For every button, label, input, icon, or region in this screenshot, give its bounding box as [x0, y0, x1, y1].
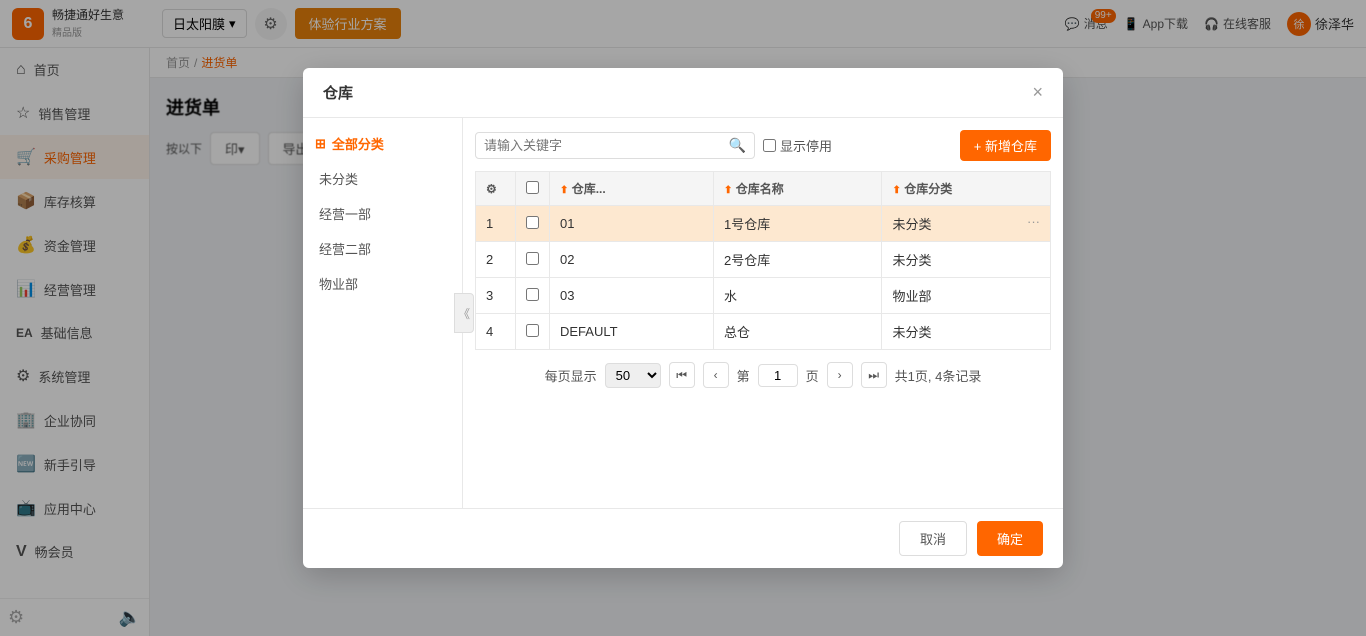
row-num: 3 [476, 278, 516, 314]
search-input[interactable] [484, 138, 729, 153]
cancel-button[interactable]: 取消 [899, 521, 967, 556]
row-code: 02 [550, 242, 714, 278]
th-category: ⬆ 仓库分类 [882, 172, 1051, 206]
page-summary: 共1页, 4条记录 [895, 366, 982, 385]
select-all-checkbox[interactable] [526, 181, 539, 194]
warehouse-modal: 仓库 × ⊞ 全部分类 未分类 经营一部 经营二部 物业部 《 [303, 68, 1063, 568]
per-page-select[interactable]: 50 20 100 [605, 363, 661, 388]
category-all-label: 全部分类 [332, 134, 384, 153]
warehouse-table: ⚙ ⬆ 仓库... ⬆ 仓库名称 ⬆ 仓库分类 1 01 1号仓库 [475, 171, 1051, 350]
page-prev-button[interactable]: ‹ [703, 362, 729, 388]
modal-footer: 取消 确定 [303, 508, 1063, 568]
row-category: 未分类 [882, 314, 1051, 350]
table-row[interactable]: 1 01 1号仓库 未分类 ··· [476, 206, 1051, 242]
row-checkbox[interactable] [526, 216, 539, 229]
row-category: 未分类 ··· [882, 206, 1051, 242]
row-code: 03 [550, 278, 714, 314]
row-name: 水 [713, 278, 882, 314]
category-item-dept2[interactable]: 经营二部 [303, 231, 462, 266]
row-name: 2号仓库 [713, 242, 882, 278]
page-number-input[interactable] [758, 364, 798, 387]
category-all[interactable]: ⊞ 全部分类 [303, 126, 462, 161]
row-checkbox[interactable] [526, 252, 539, 265]
row-num: 4 [476, 314, 516, 350]
row-cb[interactable] [516, 206, 550, 242]
row-code: 01 [550, 206, 714, 242]
grid-icon: ⊞ [315, 136, 326, 152]
page-unit-label: 页 [806, 366, 819, 385]
sort-icon-name: ⬆ [724, 185, 732, 196]
th-settings[interactable]: ⚙ [476, 172, 516, 206]
show-disabled-label: 显示停用 [780, 136, 832, 155]
th-name: ⬆ 仓库名称 [713, 172, 882, 206]
modal-header: 仓库 × [303, 68, 1063, 118]
row-checkbox[interactable] [526, 288, 539, 301]
modal-close-button[interactable]: × [1032, 82, 1043, 103]
category-item-property[interactable]: 物业部 [303, 266, 462, 301]
page-label: 第 [737, 366, 750, 385]
row-num: 2 [476, 242, 516, 278]
row-checkbox[interactable] [526, 324, 539, 337]
row-category: 物业部 [882, 278, 1051, 314]
row-cb[interactable] [516, 314, 550, 350]
sort-icon-category: ⬆ [892, 185, 900, 196]
row-num: 1 [476, 206, 516, 242]
pagination: 每页显示 50 20 100 ⏮ ‹ 第 页 › ⏭ 共1页, 4条记录 [475, 362, 1051, 388]
per-page-label: 每页显示 [545, 366, 597, 385]
table-toolbar: 🔍 显示停用 + 新增仓库 [475, 130, 1051, 161]
table-row[interactable]: 4 DEFAULT 总仓 未分类 [476, 314, 1051, 350]
row-code: DEFAULT [550, 314, 714, 350]
row-name: 总仓 [713, 314, 882, 350]
row-name: 1号仓库 [713, 206, 882, 242]
row-category: 未分类 [882, 242, 1051, 278]
confirm-button[interactable]: 确定 [977, 521, 1043, 556]
search-input-wrap[interactable]: 🔍 [475, 132, 755, 159]
category-item-unclassified[interactable]: 未分类 [303, 161, 462, 196]
row-cb[interactable] [516, 278, 550, 314]
row-actions[interactable]: ··· [1027, 214, 1040, 229]
category-panel: ⊞ 全部分类 未分类 经营一部 经营二部 物业部 《 [303, 118, 463, 508]
table-row[interactable]: 2 02 2号仓库 未分类 [476, 242, 1051, 278]
add-warehouse-button[interactable]: + 新增仓库 [960, 130, 1051, 161]
show-disabled-toggle[interactable]: 显示停用 [763, 136, 832, 155]
sort-icon-code: ⬆ [560, 185, 568, 196]
show-disabled-checkbox[interactable] [763, 139, 776, 152]
page-next-button[interactable]: › [827, 362, 853, 388]
th-code: ⬆ 仓库... [550, 172, 714, 206]
table-row[interactable]: 3 03 水 物业部 [476, 278, 1051, 314]
th-checkbox [516, 172, 550, 206]
search-icon[interactable]: 🔍 [729, 137, 746, 154]
page-first-button[interactable]: ⏮ [669, 362, 695, 388]
category-item-dept1[interactable]: 经营一部 [303, 196, 462, 231]
collapse-panel-button[interactable]: 《 [454, 293, 474, 333]
modal-body: ⊞ 全部分类 未分类 经营一部 经营二部 物业部 《 🔍 [303, 118, 1063, 508]
table-body: 1 01 1号仓库 未分类 ··· 2 02 2号仓库 未分类 [476, 206, 1051, 350]
modal-overlay[interactable]: 仓库 × ⊞ 全部分类 未分类 经营一部 经营二部 物业部 《 [0, 0, 1366, 636]
page-last-button[interactable]: ⏭ [861, 362, 887, 388]
table-header-row: ⚙ ⬆ 仓库... ⬆ 仓库名称 ⬆ 仓库分类 [476, 172, 1051, 206]
row-cb[interactable] [516, 242, 550, 278]
table-panel: 🔍 显示停用 + 新增仓库 ⚙ ⬆ 仓库... [463, 118, 1063, 508]
modal-title: 仓库 [323, 82, 353, 103]
